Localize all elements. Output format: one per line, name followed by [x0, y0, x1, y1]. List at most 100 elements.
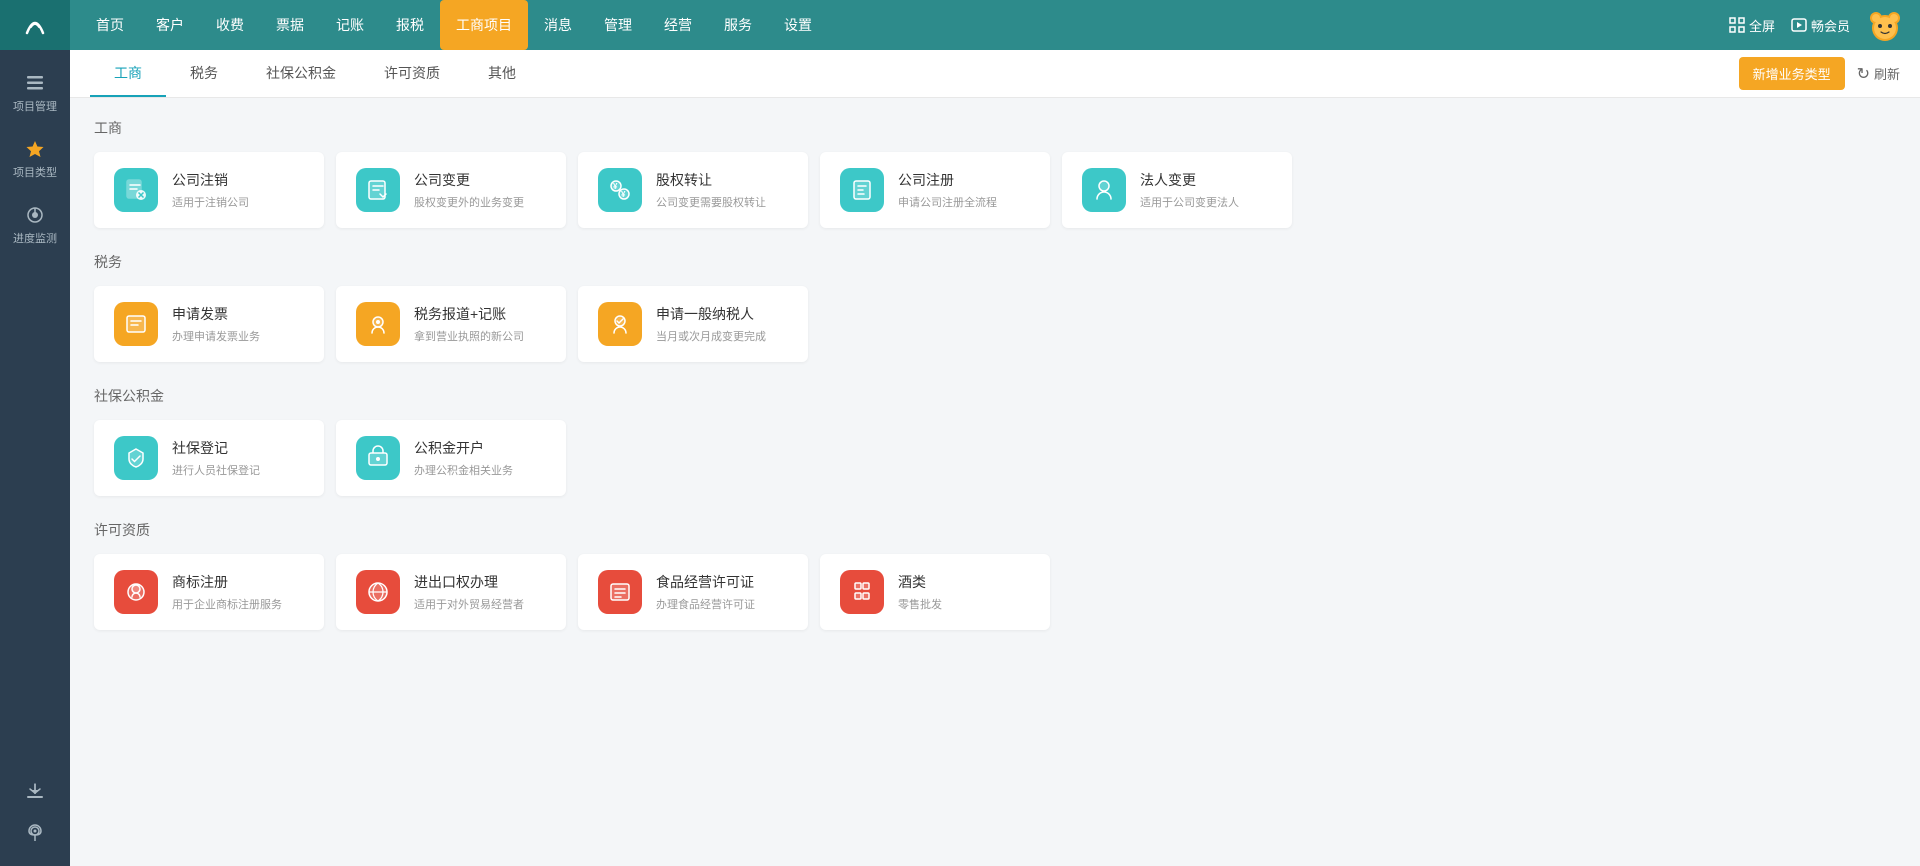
card-company-cancel[interactable]: 公司注销 适用于注销公司 — [94, 152, 324, 228]
refresh-label: 刷新 — [1874, 64, 1900, 83]
company-cancel-desc: 适用于注销公司 — [172, 194, 249, 210]
nav-client[interactable]: 客户 — [140, 0, 200, 50]
food-license-info: 食品经营许可证 办理食品经营许可证 — [656, 572, 755, 612]
refresh-button[interactable]: ↻ 刷新 — [1857, 64, 1900, 84]
apply-general-taxpayer-info: 申请一般纳税人 当月或次月成变更完成 — [656, 304, 766, 344]
nav-fee[interactable]: 收费 — [200, 0, 260, 50]
tax-report-account-title: 税务报道+记账 — [414, 304, 524, 324]
apply-general-taxpayer-icon — [598, 302, 642, 346]
refresh-icon: ↻ — [1857, 64, 1870, 84]
provident-fund-icon — [356, 436, 400, 480]
card-food-license[interactable]: 食品经营许可证 办理食品经营许可证 — [578, 554, 808, 630]
card-provident-fund[interactable]: 公积金开户 办理公积金相关业务 — [336, 420, 566, 496]
tax-report-account-desc: 拿到营业执照的新公司 — [414, 328, 524, 344]
fullscreen-icon — [1729, 17, 1745, 33]
tab-shebao[interactable]: 社保公积金 — [242, 50, 360, 97]
card-apply-invoice[interactable]: 申请发票 办理申请发票业务 — [94, 286, 324, 362]
food-license-desc: 办理食品经营许可证 — [656, 596, 755, 612]
section-title-gongshang: 工商 — [94, 118, 1896, 138]
list-icon — [24, 72, 46, 94]
social-insurance-icon — [114, 436, 158, 480]
cards-grid-shuiwu: 申请发票 办理申请发票业务 税务 — [94, 286, 1896, 362]
company-change-icon — [356, 168, 400, 212]
section-title-xuke: 许可资质 — [94, 520, 1896, 540]
cards-grid-shebao: 社保登记 进行人员社保登记 公积 — [94, 420, 1896, 496]
nav-biz[interactable]: 工商项目 — [440, 0, 528, 50]
legal-change-icon — [1082, 168, 1126, 212]
apply-general-taxpayer-title: 申请一般纳税人 — [656, 304, 766, 324]
alcohol-info: 酒类 零售批发 — [898, 572, 942, 612]
nav-invoice[interactable]: 票据 — [260, 0, 320, 50]
company-register-info: 公司注册 申请公司注册全流程 — [898, 170, 997, 210]
download-icon-button[interactable] — [18, 774, 52, 808]
scroll-content: 工商 公司注销 — [70, 98, 1920, 866]
logo-area — [0, 0, 70, 50]
sidebar-item-progress-monitor[interactable]: 进度监测 — [0, 192, 70, 258]
provident-fund-title: 公积金开户 — [414, 438, 513, 458]
fullscreen-label: 全屏 — [1749, 16, 1775, 35]
card-social-insurance[interactable]: 社保登记 进行人员社保登记 — [94, 420, 324, 496]
social-insurance-title: 社保登记 — [172, 438, 260, 458]
card-tax-report-account[interactable]: 税务报道+记账 拿到营业执照的新公司 — [336, 286, 566, 362]
logo-icon — [19, 9, 51, 41]
svg-text:¥: ¥ — [621, 190, 626, 199]
nav-operation[interactable]: 经营 — [648, 0, 708, 50]
member-label: 畅会员 — [1811, 16, 1850, 35]
social-insurance-info: 社保登记 进行人员社保登记 — [172, 438, 260, 478]
nav-manage[interactable]: 管理 — [588, 0, 648, 50]
apply-invoice-info: 申请发票 办理申请发票业务 — [172, 304, 260, 344]
equity-transfer-title: 股权转让 — [656, 170, 766, 190]
location-icon-button[interactable] — [18, 816, 52, 850]
tab-xuke[interactable]: 许可资质 — [360, 50, 464, 97]
alcohol-icon — [840, 570, 884, 614]
sidebar-item-project-type[interactable]: 项目类型 — [0, 126, 70, 192]
provident-fund-info: 公积金开户 办理公积金相关业务 — [414, 438, 513, 478]
section-shebao: 社保公积金 社保登记 进行人员社保登记 — [94, 386, 1896, 496]
nav-service[interactable]: 服务 — [708, 0, 768, 50]
card-equity-transfer[interactable]: ¥ ¥ 股权转让 公司变更需要股权转让 — [578, 152, 808, 228]
tab-shuiwu[interactable]: 税务 — [166, 50, 242, 97]
company-cancel-info: 公司注销 适用于注销公司 — [172, 170, 249, 210]
company-register-icon — [840, 168, 884, 212]
tab-bar: 工商 税务 社保公积金 许可资质 其他 新增业务类型 ↻ 刷新 — [70, 50, 1920, 98]
tax-report-account-icon — [356, 302, 400, 346]
tabs: 工商 税务 社保公积金 许可资质 其他 — [90, 50, 540, 97]
card-trademark[interactable]: 商标注册 用于企业商标注册服务 — [94, 554, 324, 630]
mascot — [1866, 6, 1904, 44]
fullscreen-button[interactable]: 全屏 — [1729, 16, 1775, 35]
member-button[interactable]: 畅会员 — [1791, 16, 1850, 35]
card-company-change[interactable]: 公司变更 股权变更外的业务变更 — [336, 152, 566, 228]
cards-grid-xuke: 商标注册 用于企业商标注册服务 进出口权办理 — [94, 554, 1896, 630]
card-legal-change[interactable]: 法人变更 适用于公司变更法人 — [1062, 152, 1292, 228]
apply-invoice-title: 申请发票 — [172, 304, 260, 324]
card-alcohol[interactable]: 酒类 零售批发 — [820, 554, 1050, 630]
equity-transfer-icon: ¥ ¥ — [598, 168, 642, 212]
tab-qita[interactable]: 其他 — [464, 50, 540, 97]
company-change-info: 公司变更 股权变更外的业务变更 — [414, 170, 524, 210]
food-license-icon — [598, 570, 642, 614]
trademark-icon — [114, 570, 158, 614]
card-company-register[interactable]: 公司注册 申请公司注册全流程 — [820, 152, 1050, 228]
play-icon — [1791, 17, 1807, 33]
tab-gongshang[interactable]: 工商 — [90, 50, 166, 97]
section-gongshang: 工商 公司注销 — [94, 118, 1896, 228]
nav-home[interactable]: 首页 — [80, 0, 140, 50]
card-import-export[interactable]: 进出口权办理 适用于对外贸易经营者 — [336, 554, 566, 630]
company-cancel-title: 公司注销 — [172, 170, 249, 190]
company-cancel-icon — [114, 168, 158, 212]
new-type-button[interactable]: 新增业务类型 — [1739, 57, 1845, 90]
apply-invoice-icon — [114, 302, 158, 346]
nav-message[interactable]: 消息 — [528, 0, 588, 50]
import-export-title: 进出口权办理 — [414, 572, 524, 592]
main-layout: 项目管理 项目类型 进度监测 — [0, 50, 1920, 866]
alcohol-title: 酒类 — [898, 572, 942, 592]
card-apply-general-taxpayer[interactable]: 申请一般纳税人 当月或次月成变更完成 — [578, 286, 808, 362]
sidebar-item-label: 项目管理 — [13, 98, 57, 114]
nav-tax[interactable]: 报税 — [380, 0, 440, 50]
nav-accounting[interactable]: 记账 — [320, 0, 380, 50]
top-navigation: 首页 客户 收费 票据 记账 报税 工商项目 消息 管理 经营 服务 设置 全屏 — [0, 0, 1920, 50]
sidebar-item-project-manage[interactable]: 项目管理 — [0, 60, 70, 126]
nav-right: 全屏 畅会员 — [1729, 6, 1920, 44]
nav-settings[interactable]: 设置 — [768, 0, 828, 50]
trademark-desc: 用于企业商标注册服务 — [172, 596, 282, 612]
